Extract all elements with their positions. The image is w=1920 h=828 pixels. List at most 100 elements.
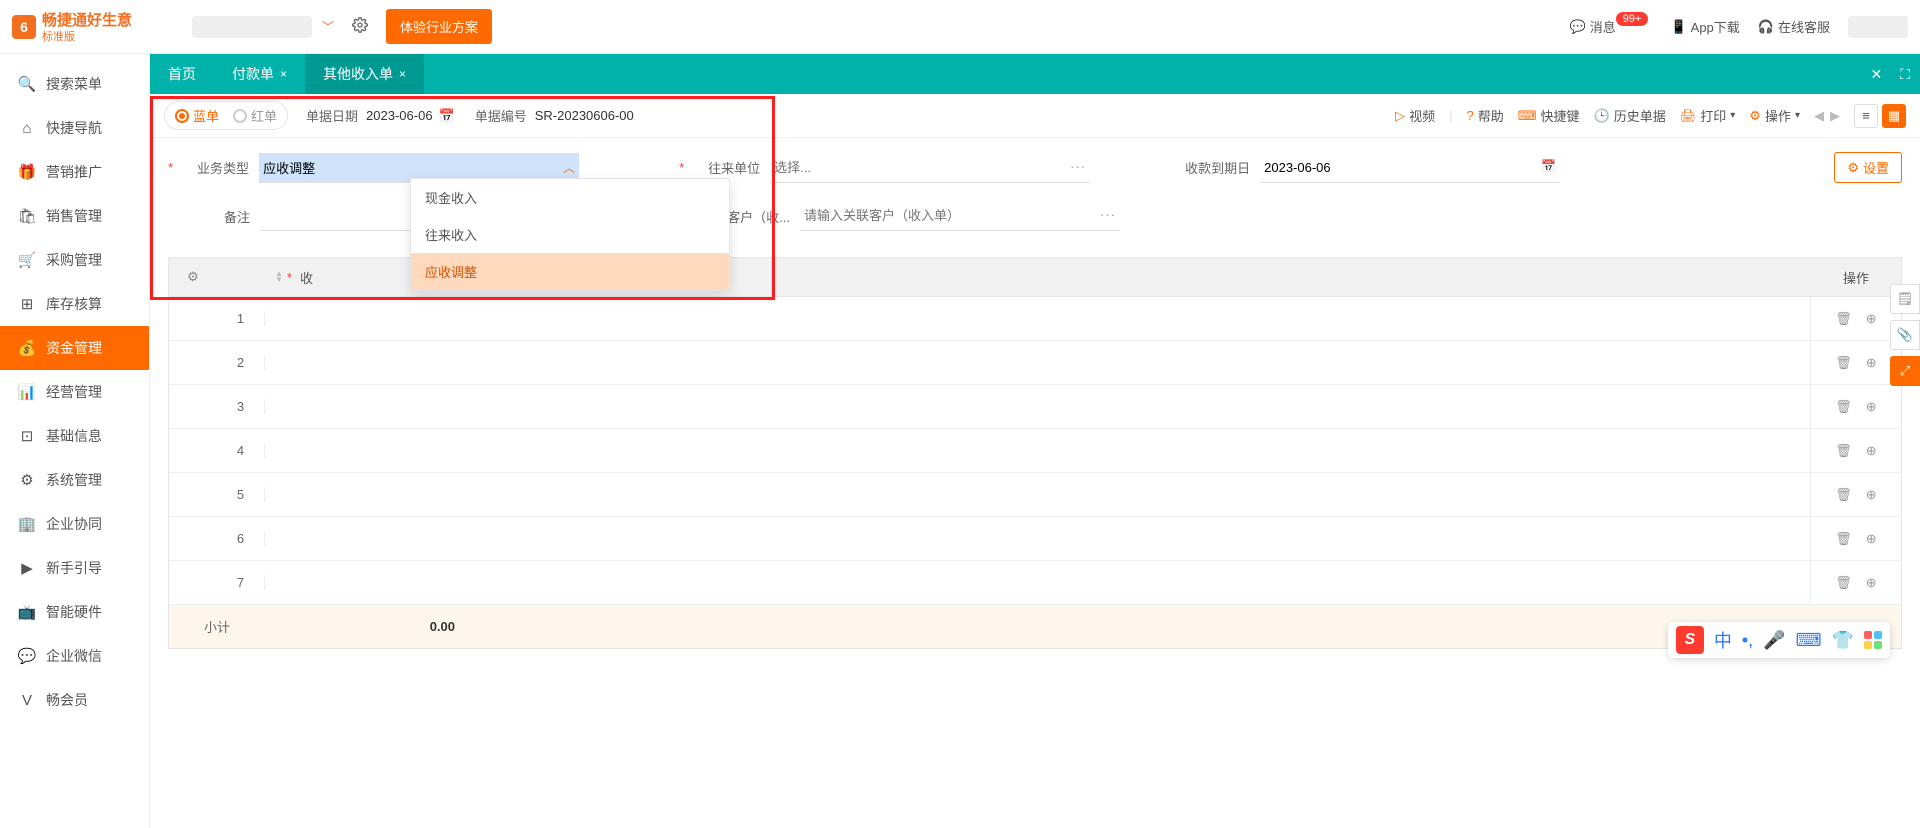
tab-close-all-icon[interactable]: ✕ [1866, 62, 1886, 87]
table-settings-icon[interactable]: ⚙ [169, 269, 217, 285]
tab-2[interactable]: 其他收入单× [305, 54, 424, 94]
table-row[interactable]: 4🗑⊕ [169, 429, 1901, 473]
help-action[interactable]: ?帮助 [1467, 106, 1504, 125]
history-action[interactable]: 🕒历史单据 [1594, 106, 1666, 125]
tab-0[interactable]: 首页 [150, 54, 214, 94]
view-list-button[interactable]: ≡ [1854, 104, 1878, 128]
partner-input[interactable] [770, 153, 1090, 183]
sidebar-item-13[interactable]: 💬企业微信 [0, 634, 149, 678]
sidebar-item-3[interactable]: 🛍销售管理 [0, 194, 149, 238]
chevron-up-icon[interactable]: ︿ [563, 159, 575, 176]
table-row[interactable]: 7🗑⊕ [169, 561, 1901, 605]
tab-close-icon[interactable]: × [399, 67, 406, 81]
row-cell[interactable] [265, 385, 1811, 428]
delete-row-icon[interactable]: 🗑 [1835, 399, 1852, 415]
print-action[interactable]: 🖨打印▾ [1680, 106, 1736, 125]
delete-row-icon[interactable]: 🗑 [1835, 311, 1852, 327]
dropdown-item-2[interactable]: 应收调整 [411, 253, 729, 290]
ime-keyboard-icon[interactable]: ⌨ [1796, 630, 1822, 651]
ime-lang-label[interactable]: 中 [1714, 627, 1732, 653]
table-row[interactable]: 6 🗑 ⊕ [169, 517, 1901, 561]
sidebar-item-7[interactable]: 📊经营管理 [0, 370, 149, 414]
add-row-icon[interactable]: ⊕ [1866, 355, 1877, 371]
sidebar-item-6[interactable]: 💰资金管理 [0, 326, 149, 370]
table-row[interactable]: 2🗑⊕ [169, 341, 1901, 385]
dropdown-item-0[interactable]: 现金收入 [411, 179, 729, 216]
user-avatar[interactable] [1848, 16, 1908, 38]
ime-toolbar[interactable]: S 中 •, 🎤 ⌨ 👕 [1668, 622, 1890, 658]
rail-expand-icon[interactable]: ⤢ [1890, 356, 1920, 386]
row-cell[interactable] [265, 297, 1811, 340]
doc-type-radio-group: 蓝单 红单 [164, 101, 288, 130]
hotkey-action[interactable]: ⌨快捷键 [1518, 106, 1580, 125]
sidebar-item-9[interactable]: ⚙系统管理 [0, 458, 149, 502]
row-number: 6 [217, 531, 265, 546]
form-settings-button[interactable]: ⚙ 设置 [1834, 152, 1902, 183]
sidebar-item-14[interactable]: V畅会员 [0, 678, 149, 722]
app-download-link[interactable]: 📱 App下载 [1670, 17, 1739, 36]
calendar-icon[interactable]: 📅 [439, 108, 455, 124]
operate-action[interactable]: ⚙操作▾ [1749, 106, 1800, 125]
sidebar-item-0[interactable]: 🔍搜索菜单 [0, 62, 149, 106]
ime-skin-icon[interactable]: 👕 [1832, 630, 1854, 651]
sidebar-item-5[interactable]: ⊞库存核算 [0, 282, 149, 326]
online-service-link[interactable]: 🎧 在线客服 [1758, 17, 1830, 36]
row-cell[interactable] [265, 429, 1811, 472]
due-date-input[interactable] [1260, 153, 1560, 183]
next-doc-icon[interactable]: ▶ [1830, 108, 1840, 124]
rail-attach-icon[interactable]: 📎 [1890, 320, 1920, 350]
sidebar-icon: 🛍 [18, 207, 36, 225]
row-cell[interactable] [265, 473, 1811, 516]
sidebar-item-8[interactable]: ⊡基础信息 [0, 414, 149, 458]
more-icon[interactable]: ··· [1100, 207, 1116, 222]
delete-row-icon[interactable]: 🗑 [1835, 531, 1852, 547]
more-icon[interactable]: ··· [1070, 159, 1086, 174]
add-row-icon[interactable]: ⊕ [1866, 531, 1877, 547]
sidebar-item-4[interactable]: 🛒采购管理 [0, 238, 149, 282]
delete-row-icon[interactable]: 🗑 [1835, 443, 1852, 459]
settings-gear-icon[interactable] [352, 17, 368, 36]
sidebar-item-12[interactable]: 📺智能硬件 [0, 590, 149, 634]
prev-doc-icon[interactable]: ◀ [1814, 108, 1824, 124]
add-row-icon[interactable]: ⊕ [1866, 399, 1877, 415]
sidebar-item-10[interactable]: 🏢企业协同 [0, 502, 149, 546]
sidebar-item-1[interactable]: ⌂快捷导航 [0, 106, 149, 150]
calendar-icon[interactable]: 📅 [1541, 159, 1556, 173]
tab-label: 首页 [168, 64, 196, 84]
try-industry-button[interactable]: 体验行业方案 [386, 9, 492, 44]
add-row-icon[interactable]: ⊕ [1866, 575, 1877, 591]
video-action[interactable]: ▷视频 [1395, 106, 1435, 125]
history-icon: 🕒 [1594, 108, 1610, 124]
sidebar-item-11[interactable]: ▶新手引导 [0, 546, 149, 590]
related-customer-input[interactable] [800, 201, 1120, 231]
tab-fullscreen-icon[interactable]: ⛶ [1896, 62, 1914, 87]
delete-row-icon[interactable]: 🗑 [1835, 487, 1852, 503]
row-cell[interactable] [265, 341, 1811, 384]
add-row-icon[interactable]: ⊕ [1866, 443, 1877, 459]
table-row[interactable]: 1🗑⊕ [169, 297, 1901, 341]
view-card-button[interactable]: ▦ [1882, 104, 1906, 128]
add-row-icon[interactable]: ⊕ [1866, 311, 1877, 327]
org-selector[interactable]: ﹀ [192, 16, 334, 38]
ime-punct-icon[interactable]: •, [1742, 630, 1753, 651]
radio-blue[interactable]: 蓝单 [175, 106, 219, 125]
ime-menu-icon[interactable] [1864, 631, 1882, 649]
table-row[interactable]: 3🗑⊕ [169, 385, 1901, 429]
ime-mic-icon[interactable]: 🎤 [1763, 630, 1785, 651]
tab-close-icon[interactable]: × [280, 67, 287, 81]
delete-row-icon[interactable]: 🗑 [1835, 355, 1852, 371]
tab-1[interactable]: 付款单× [214, 54, 305, 94]
add-row-icon[interactable]: ⊕ [1866, 487, 1877, 503]
radio-red[interactable]: 红单 [233, 106, 277, 125]
due-date-label: 收款到期日 [1170, 158, 1250, 177]
sidebar-item-2[interactable]: 🎁营销推广 [0, 150, 149, 194]
row-cell[interactable] [265, 517, 1811, 560]
row-cell[interactable] [265, 561, 1811, 604]
app-root: 6 畅捷通好生意 标准版 ﹀ 体验行业方案 💬 消息 99+ 📱 App下载 [0, 0, 1920, 828]
table-row[interactable]: 5🗑⊕ [169, 473, 1901, 517]
dropdown-item-1[interactable]: 往来收入 [411, 216, 729, 253]
doc-date-value[interactable]: 2023-06-06 [366, 108, 433, 123]
delete-row-icon[interactable]: 🗑 [1835, 575, 1852, 591]
messages-link[interactable]: 💬 消息 99+ [1570, 17, 1653, 36]
rail-note-icon[interactable]: 🗒 [1890, 284, 1920, 314]
